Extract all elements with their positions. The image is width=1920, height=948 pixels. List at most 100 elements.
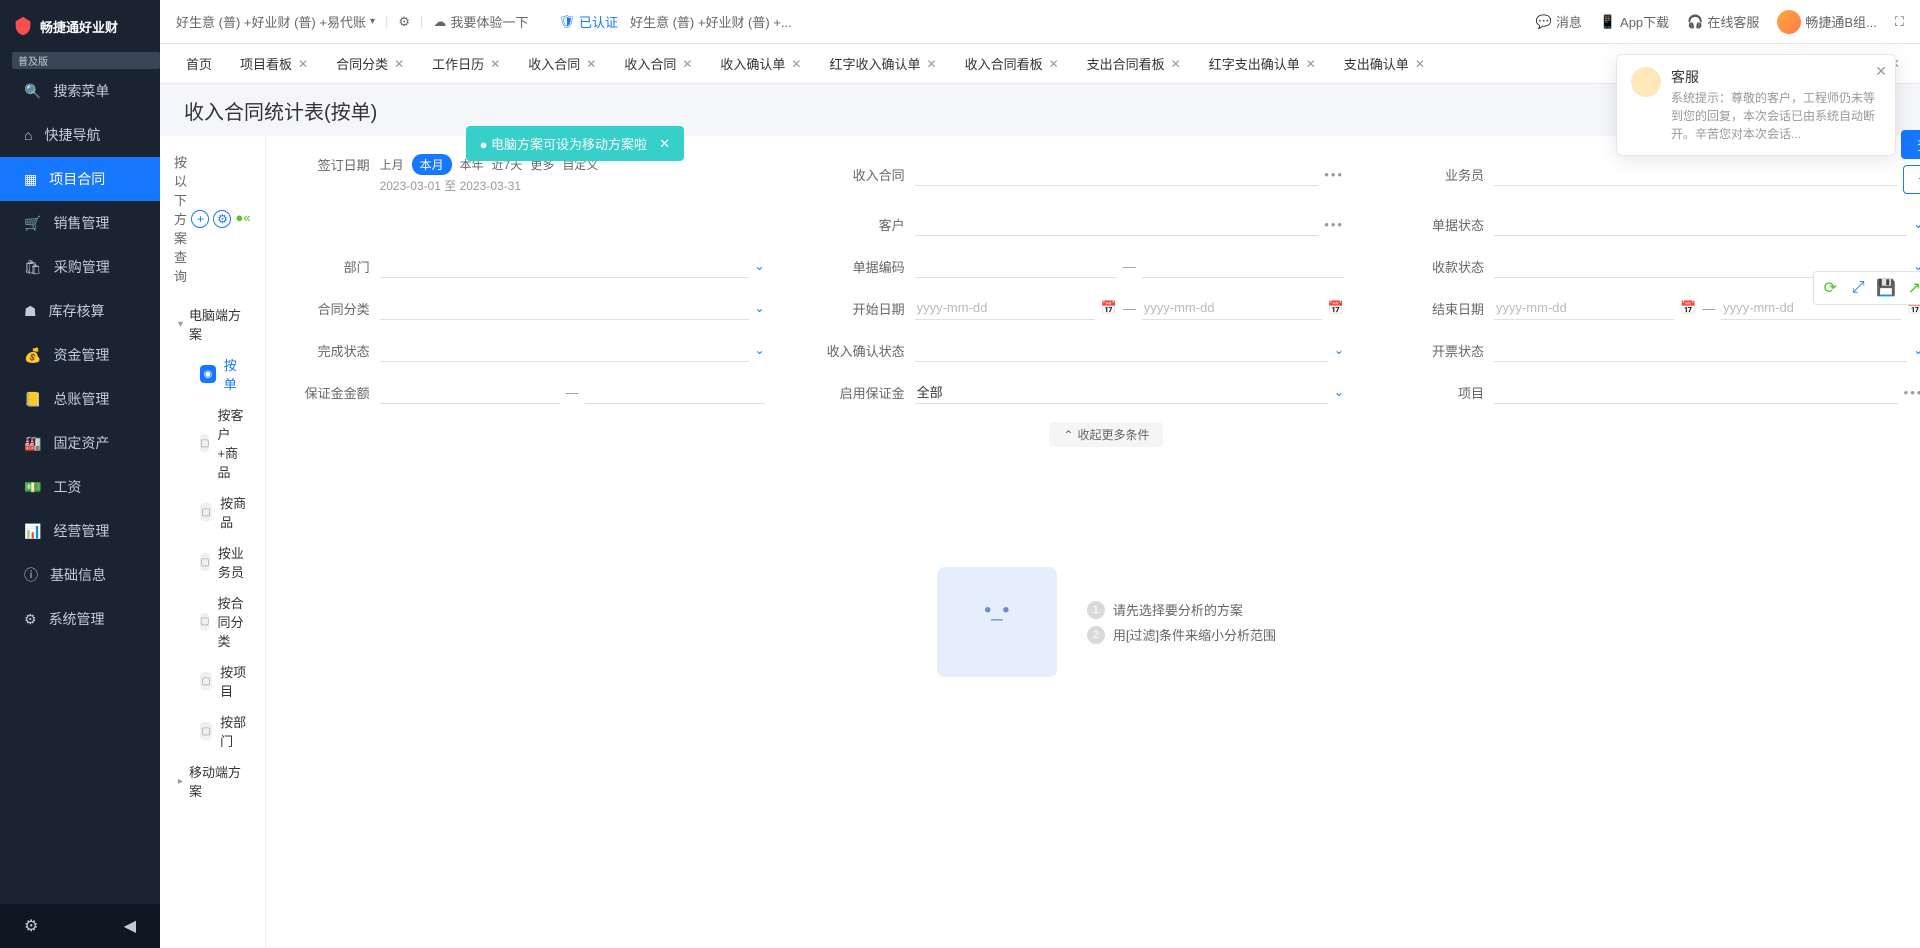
- deposit-to[interactable]: [585, 380, 765, 404]
- online-service-link[interactable]: 🎧 在线客服: [1687, 12, 1759, 31]
- calendar-icon[interactable]: 📅: [1101, 300, 1117, 316]
- chevron-down-icon[interactable]: ⌄: [755, 343, 765, 357]
- income-confirm-status-input[interactable]: [915, 338, 1328, 362]
- sidebar-item-4[interactable]: 🛍采购管理: [0, 245, 160, 289]
- tab-0[interactable]: 首页: [172, 44, 226, 83]
- product-right[interactable]: 好生意 (普) +好业财 (普) +...: [630, 12, 792, 31]
- query-button[interactable]: 查询: [1901, 130, 1920, 159]
- collapse-filters-button[interactable]: ⌃ 收起更多条件: [1049, 422, 1163, 447]
- tree-group-pc[interactable]: ▾电脑端方案: [160, 299, 265, 349]
- sidebar-item-9[interactable]: 💵工资: [0, 465, 160, 509]
- invoice-status-input[interactable]: [1494, 338, 1907, 362]
- tab-close-icon[interactable]: ✕: [490, 57, 500, 71]
- start-date-to[interactable]: [1142, 296, 1322, 320]
- collapse-sidebar-icon[interactable]: ◀: [124, 916, 136, 936]
- tab-5[interactable]: 收入合同✕: [610, 44, 706, 83]
- tab-close-icon[interactable]: ✕: [682, 57, 692, 71]
- scheme-item-0[interactable]: ◉按单: [160, 349, 265, 399]
- sidebar-item-0[interactable]: 🔍搜索菜单: [0, 69, 160, 113]
- date-last-month[interactable]: 上月: [380, 156, 404, 173]
- tree-group-mobile[interactable]: ▸移动端方案: [160, 756, 265, 806]
- user-menu[interactable]: 畅捷通B组...: [1777, 10, 1877, 34]
- sidebar-item-7[interactable]: 📒总账管理: [0, 377, 160, 421]
- project-picker[interactable]: •••: [1904, 385, 1920, 400]
- contract-class-input[interactable]: [380, 296, 749, 320]
- export-icon[interactable]: ↗: [1901, 275, 1920, 301]
- messages-link[interactable]: 💬 消息: [1536, 12, 1582, 31]
- customer-input[interactable]: [915, 212, 1319, 236]
- tab-10[interactable]: 红字支出确认单✕: [1195, 44, 1330, 83]
- sidebar-item-2[interactable]: ▦项目合同: [0, 157, 160, 201]
- finish-status-input[interactable]: [380, 338, 749, 362]
- sidebar-item-6[interactable]: 💰资金管理: [0, 333, 160, 377]
- enable-deposit-select[interactable]: [915, 380, 1328, 404]
- settings-gear[interactable]: ⚙: [398, 14, 410, 30]
- chevron-down-icon[interactable]: ⌄: [1913, 217, 1920, 231]
- sidebar-item-11[interactable]: ⓘ基础信息: [0, 553, 160, 597]
- tab-close-icon[interactable]: ✕: [394, 57, 404, 71]
- tab-close-icon[interactable]: ✕: [1049, 57, 1059, 71]
- settings-icon[interactable]: ⚙: [24, 916, 38, 936]
- scheme-item-4[interactable]: ▢按合同分类: [160, 587, 265, 656]
- tab-1[interactable]: 项目看板✕: [226, 44, 322, 83]
- tab-11[interactable]: 支出确认单✕: [1330, 44, 1439, 83]
- settings-button[interactable]: 设置: [1903, 165, 1920, 194]
- chevron-down-icon[interactable]: ⌄: [1334, 343, 1344, 357]
- tip-close-icon[interactable]: ✕: [659, 136, 670, 152]
- tab-close-icon[interactable]: ✕: [1171, 57, 1181, 71]
- tab-8[interactable]: 收入合同看板✕: [951, 44, 1073, 83]
- sidebar-item-3[interactable]: 🛒销售管理: [0, 201, 160, 245]
- tab-3[interactable]: 工作日历✕: [418, 44, 514, 83]
- expand-icon[interactable]: ⤢: [1845, 275, 1871, 301]
- sidebar-item-5[interactable]: ☗库存核算: [0, 289, 160, 333]
- calendar-icon[interactable]: 📅: [1328, 300, 1344, 316]
- income-contract-picker[interactable]: •••: [1324, 167, 1344, 182]
- save-icon[interactable]: 💾: [1873, 275, 1899, 301]
- bill-code-from[interactable]: [915, 254, 1117, 278]
- scheme-item-5[interactable]: ▢按项目: [160, 656, 265, 706]
- tab-close-icon[interactable]: ✕: [791, 57, 801, 71]
- deposit-from[interactable]: [380, 380, 560, 404]
- income-contract-input[interactable]: [915, 162, 1319, 186]
- add-scheme-icon[interactable]: +: [191, 210, 209, 228]
- app-download-link[interactable]: 📱 App下载: [1600, 12, 1669, 31]
- department-input[interactable]: [380, 254, 749, 278]
- try-link[interactable]: ☁ 我要体验一下: [433, 12, 528, 31]
- chevron-down-icon[interactable]: ⌄: [1913, 343, 1920, 357]
- tab-4[interactable]: 收入合同✕: [514, 44, 610, 83]
- chevron-down-icon[interactable]: ⌄: [755, 259, 765, 273]
- product-select[interactable]: 好生意 (普) +好业财 (普) +易代账 ▾: [176, 12, 375, 31]
- bill-status-input[interactable]: [1494, 212, 1907, 236]
- scheme-settings-icon[interactable]: ⚙: [213, 210, 231, 228]
- tab-close-icon[interactable]: ✕: [927, 57, 937, 71]
- scheme-item-2[interactable]: ▢按商品: [160, 487, 265, 537]
- tab-6[interactable]: 收入确认单✕: [706, 44, 815, 83]
- collapse-panel-icon[interactable]: ●«: [235, 210, 250, 228]
- salesman-input[interactable]: [1494, 162, 1898, 186]
- scheme-item-3[interactable]: ▢按业务员: [160, 537, 265, 587]
- fullscreen-icon[interactable]: ⛶: [1895, 14, 1904, 30]
- customer-picker[interactable]: •••: [1324, 217, 1344, 232]
- date-this-month[interactable]: 本月: [412, 154, 452, 175]
- tab-2[interactable]: 合同分类✕: [322, 44, 418, 83]
- tab-close-icon[interactable]: ✕: [1415, 57, 1425, 71]
- calendar-icon[interactable]: 📅: [1680, 300, 1696, 316]
- chevron-down-icon[interactable]: ⌄: [755, 301, 765, 315]
- project-input[interactable]: [1494, 380, 1898, 404]
- chevron-down-icon[interactable]: ⌄: [1334, 385, 1344, 399]
- sidebar-item-12[interactable]: ⚙系统管理: [0, 597, 160, 641]
- sidebar-item-1[interactable]: ⌂快捷导航: [0, 113, 160, 157]
- tab-close-icon[interactable]: ✕: [298, 57, 308, 71]
- popup-close-icon[interactable]: ✕: [1875, 63, 1887, 80]
- tab-close-icon[interactable]: ✕: [586, 57, 596, 71]
- tab-close-icon[interactable]: ✕: [1306, 57, 1316, 71]
- refresh-icon[interactable]: ⟳: [1817, 275, 1843, 301]
- end-date-from[interactable]: [1494, 296, 1674, 320]
- scheme-item-6[interactable]: ▢按部门: [160, 706, 265, 756]
- tab-9[interactable]: 支出合同看板✕: [1073, 44, 1195, 83]
- tab-7[interactable]: 红字收入确认单✕: [815, 44, 950, 83]
- scheme-item-1[interactable]: ▢按客户+商品: [160, 399, 265, 487]
- sidebar-item-10[interactable]: 📊经营管理: [0, 509, 160, 553]
- start-date-from[interactable]: [915, 296, 1095, 320]
- sidebar-item-8[interactable]: 🏭固定资产: [0, 421, 160, 465]
